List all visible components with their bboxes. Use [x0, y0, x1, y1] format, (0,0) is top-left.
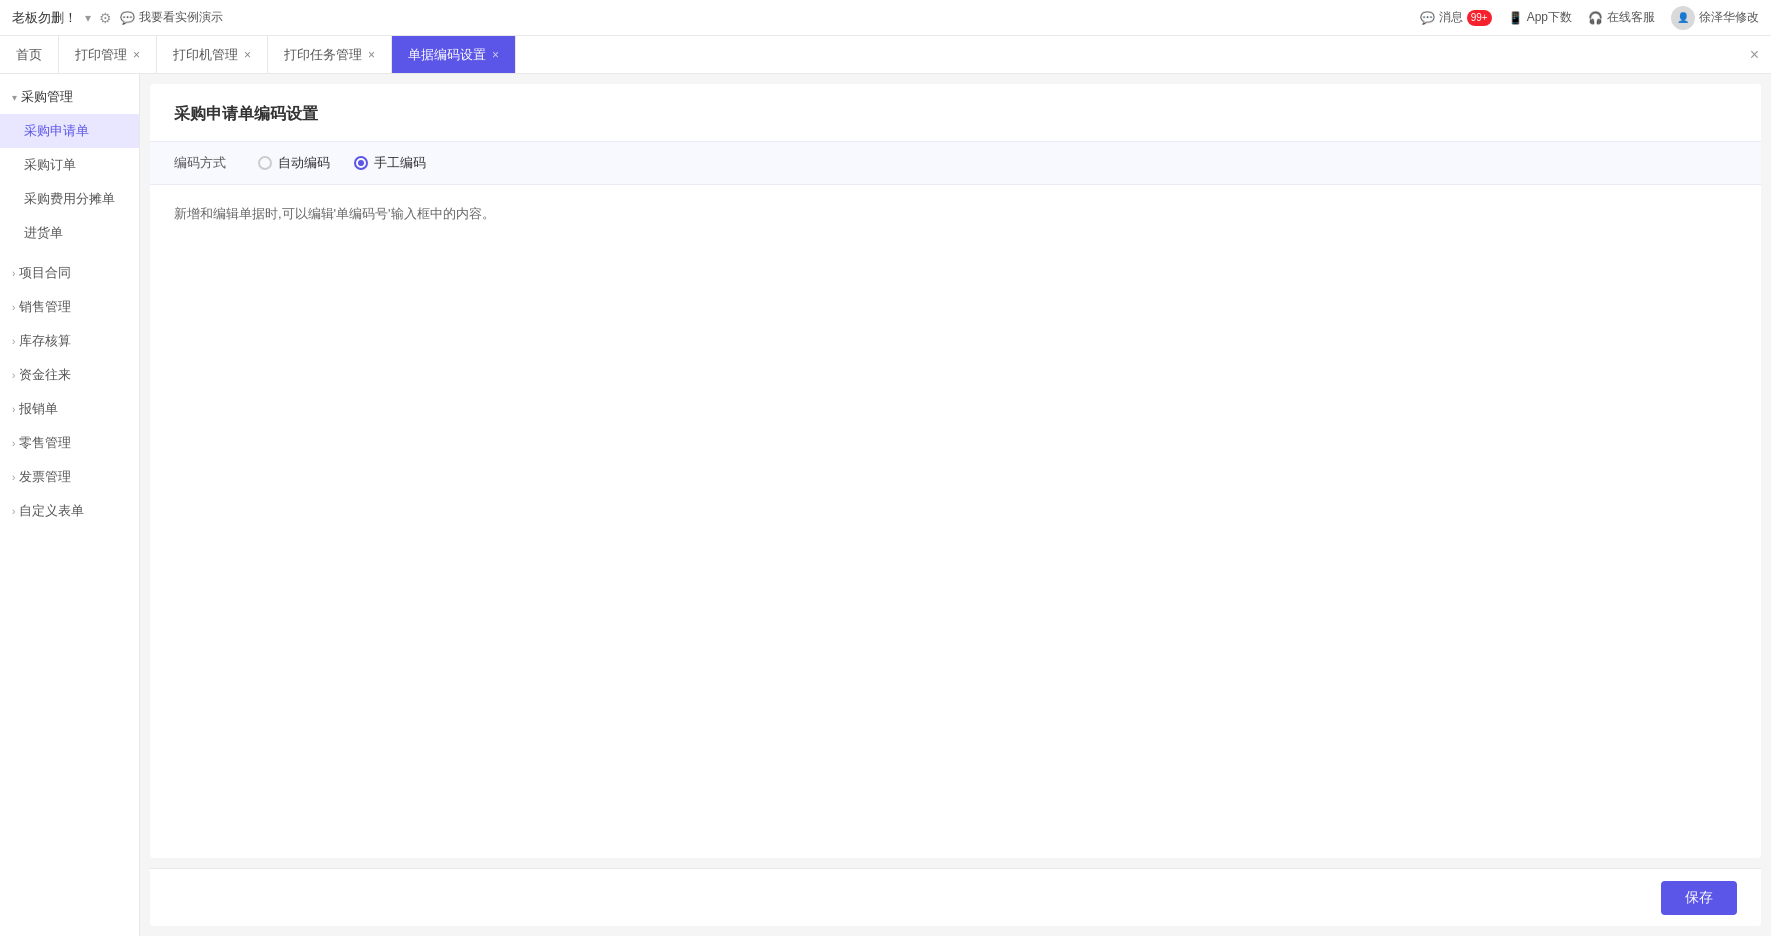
tab-printer-manage-close[interactable]: ×	[244, 49, 251, 61]
top-bar-right: 💬 消息 99+ 📱 App下数 🎧 在线客服 👤 徐泽华修改	[1420, 6, 1759, 30]
funds-arrow	[12, 370, 15, 381]
phone-icon: 📱	[1508, 11, 1523, 25]
sales-label: 销售管理	[19, 298, 71, 316]
tab-print-manage-close[interactable]: ×	[133, 49, 140, 61]
radio-manual-circle[interactable]	[354, 156, 368, 170]
online-service-button[interactable]: 🎧 在线客服	[1588, 9, 1655, 26]
radio-manual-encoding[interactable]: 手工编码	[354, 154, 426, 172]
settings-icon[interactable]: ⚙	[99, 10, 112, 26]
top-bar-left: 老板勿删！ ⚙ 💬 我要看实例演示	[12, 9, 223, 27]
tab-home-label: 首页	[16, 46, 42, 64]
inventory-label: 库存核算	[19, 332, 71, 350]
tab-print-task-close[interactable]: ×	[368, 49, 375, 61]
radio-auto-circle[interactable]	[258, 156, 272, 170]
top-bar: 老板勿删！ ⚙ 💬 我要看实例演示 💬 消息 99+ 📱 App下数 🎧 在线客…	[0, 0, 1771, 36]
app-download-button[interactable]: 📱 App下数	[1508, 9, 1572, 26]
tab-barcode-setting-close[interactable]: ×	[492, 49, 499, 61]
sidebar-item-purchase-expense[interactable]: 采购费用分摊单	[0, 182, 139, 216]
inventory-arrow	[12, 336, 15, 347]
sidebar-group-purchase-title[interactable]: ▾ 采购管理	[0, 80, 139, 114]
headset-icon: 🎧	[1588, 11, 1603, 25]
sidebar-group-funds[interactable]: 资金往来	[0, 358, 139, 392]
returns-label: 报销单	[19, 400, 58, 418]
sidebar-group-sales[interactable]: 销售管理	[0, 290, 139, 324]
custom-forms-arrow	[12, 506, 15, 517]
sidebar-group-invoice[interactable]: 发票管理	[0, 460, 139, 494]
demo-link[interactable]: 💬 我要看实例演示	[120, 9, 223, 26]
global-close-button[interactable]: ×	[1738, 36, 1771, 73]
tab-barcode-setting[interactable]: 单据编码设置 ×	[392, 36, 516, 73]
purchase-group-arrow: ▾	[12, 92, 17, 103]
content-inner: 采购申请单编码设置 编码方式 自动编码 手工编码 新增和编辑单据时,可以编辑'单…	[150, 84, 1761, 858]
message-icon: 💬	[1420, 11, 1435, 25]
message-badge: 99+	[1467, 10, 1492, 26]
radio-auto-encoding[interactable]: 自动编码	[258, 154, 330, 172]
retail-arrow	[12, 438, 15, 449]
returns-arrow	[12, 404, 15, 415]
tab-home[interactable]: 首页	[0, 36, 59, 73]
description-text: 新增和编辑单据时,可以编辑'单编码号'输入框中的内容。	[150, 185, 1761, 243]
sidebar-item-purchase-request[interactable]: 采购申请单	[0, 114, 139, 148]
encoding-row: 编码方式 自动编码 手工编码	[150, 141, 1761, 185]
avatar: 👤	[1671, 6, 1695, 30]
encoding-method-label: 编码方式	[174, 154, 234, 172]
sales-arrow	[12, 302, 15, 313]
sidebar-group-custom-forms[interactable]: 自定义表单	[0, 494, 139, 528]
funds-label: 资金往来	[19, 366, 71, 384]
sidebar-group-project-contract[interactable]: 项目合同	[0, 256, 139, 290]
tab-print-manage[interactable]: 打印管理 ×	[59, 36, 157, 73]
sidebar-item-purchase-order-label: 采购订单	[24, 157, 76, 172]
save-button[interactable]: 保存	[1661, 881, 1737, 915]
user-avatar-button[interactable]: 👤 徐泽华修改	[1671, 6, 1759, 30]
message-button[interactable]: 💬 消息 99+	[1420, 9, 1492, 26]
sidebar: ▾ 采购管理 采购申请单 采购订单 采购费用分摊单 进货单 项目合同 销售管理	[0, 74, 140, 936]
custom-forms-label: 自定义表单	[19, 502, 84, 520]
tab-barcode-setting-label: 单据编码设置	[408, 46, 486, 64]
chevron-down-icon[interactable]	[85, 11, 91, 25]
page-title: 采购申请单编码设置	[150, 84, 1761, 141]
sidebar-item-stock-in-label: 进货单	[24, 225, 63, 240]
main-layout: ▾ 采购管理 采购申请单 采购订单 采购费用分摊单 进货单 项目合同 销售管理	[0, 74, 1771, 936]
sidebar-group-inventory[interactable]: 库存核算	[0, 324, 139, 358]
invoice-label: 发票管理	[19, 468, 71, 486]
sidebar-group-returns[interactable]: 报销单	[0, 392, 139, 426]
sidebar-item-purchase-order[interactable]: 采购订单	[0, 148, 139, 182]
sidebar-item-stock-in[interactable]: 进货单	[0, 216, 139, 250]
tab-print-manage-label: 打印管理	[75, 46, 127, 64]
app-title: 老板勿删！	[12, 9, 77, 27]
sidebar-item-purchase-request-label: 采购申请单	[24, 123, 89, 138]
sidebar-group-purchase: ▾ 采购管理 采购申请单 采购订单 采购费用分摊单 进货单	[0, 74, 139, 256]
project-contract-arrow	[12, 268, 15, 279]
sidebar-group-retail[interactable]: 零售管理	[0, 426, 139, 460]
radio-auto-label: 自动编码	[278, 154, 330, 172]
tab-printer-manage-label: 打印机管理	[173, 46, 238, 64]
sidebar-item-purchase-expense-label: 采购费用分摊单	[24, 191, 115, 206]
radio-group-encoding: 自动编码 手工编码	[258, 154, 426, 172]
tab-print-task-label: 打印任务管理	[284, 46, 362, 64]
retail-label: 零售管理	[19, 434, 71, 452]
radio-manual-label: 手工编码	[374, 154, 426, 172]
purchase-group-label: 采购管理	[21, 88, 73, 106]
project-contract-label: 项目合同	[19, 264, 71, 282]
tab-bar: 首页 打印管理 × 打印机管理 × 打印任务管理 × 单据编码设置 × ×	[0, 36, 1771, 74]
tab-printer-manage[interactable]: 打印机管理 ×	[157, 36, 268, 73]
bottom-bar: 保存	[150, 868, 1761, 926]
invoice-arrow	[12, 472, 15, 483]
tab-print-task[interactable]: 打印任务管理 ×	[268, 36, 392, 73]
content-area: 采购申请单编码设置 编码方式 自动编码 手工编码 新增和编辑单据时,可以编辑'单…	[140, 74, 1771, 936]
